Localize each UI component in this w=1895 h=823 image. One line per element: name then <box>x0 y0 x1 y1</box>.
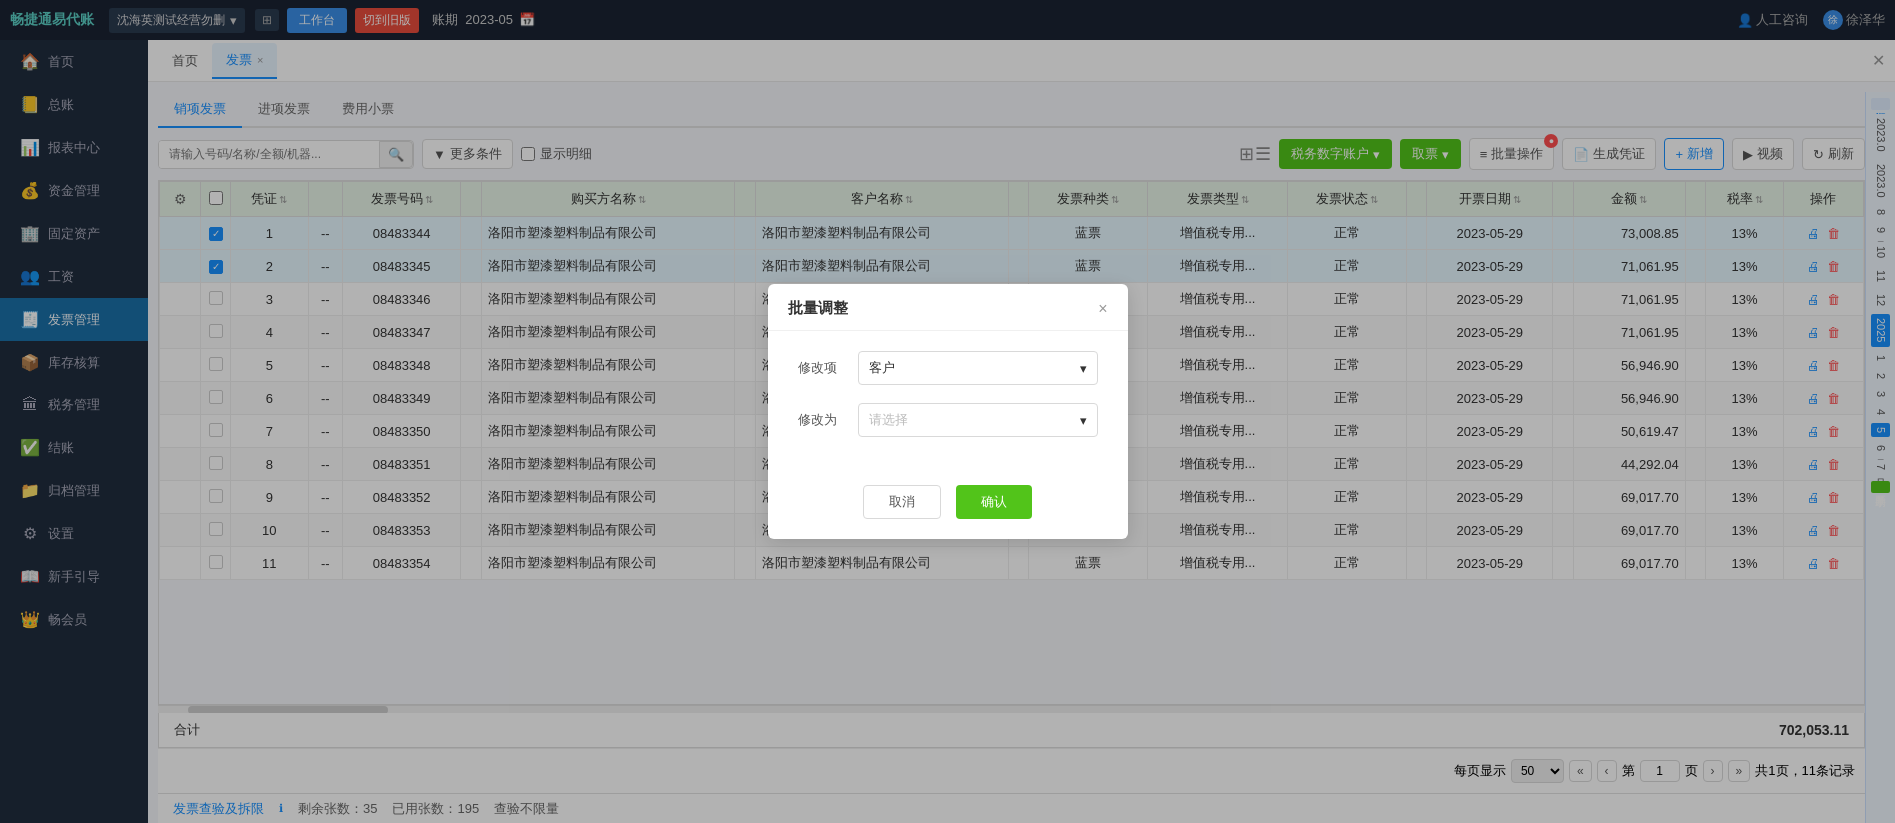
target-select[interactable]: 请选择 ▾ <box>858 403 1098 437</box>
modal-overlay[interactable]: 批量调整 × 修改项 客户 ▾ 修改为 请选择 ▾ 取消 确认 <box>0 0 1895 823</box>
form-row-target: 修改为 请选择 ▾ <box>798 403 1098 437</box>
form-row-field: 修改项 客户 ▾ <box>798 351 1098 385</box>
modal-header: 批量调整 × <box>768 284 1128 331</box>
target-select-dropdown-icon: ▾ <box>1080 413 1087 428</box>
modal-confirm-btn[interactable]: 确认 <box>956 485 1032 519</box>
modal-body: 修改项 客户 ▾ 修改为 请选择 ▾ <box>768 331 1128 475</box>
field-label: 修改项 <box>798 359 858 377</box>
modal-cancel-btn[interactable]: 取消 <box>863 485 941 519</box>
target-label: 修改为 <box>798 411 858 429</box>
modal-close-btn[interactable]: × <box>1098 300 1107 318</box>
batch-adjust-modal: 批量调整 × 修改项 客户 ▾ 修改为 请选择 ▾ 取消 确认 <box>768 284 1128 539</box>
modal-footer: 取消 确认 <box>768 475 1128 539</box>
field-select-dropdown-icon: ▾ <box>1080 361 1087 376</box>
target-placeholder: 请选择 <box>869 411 908 429</box>
field-select[interactable]: 客户 ▾ <box>858 351 1098 385</box>
modal-title: 批量调整 <box>788 299 848 318</box>
